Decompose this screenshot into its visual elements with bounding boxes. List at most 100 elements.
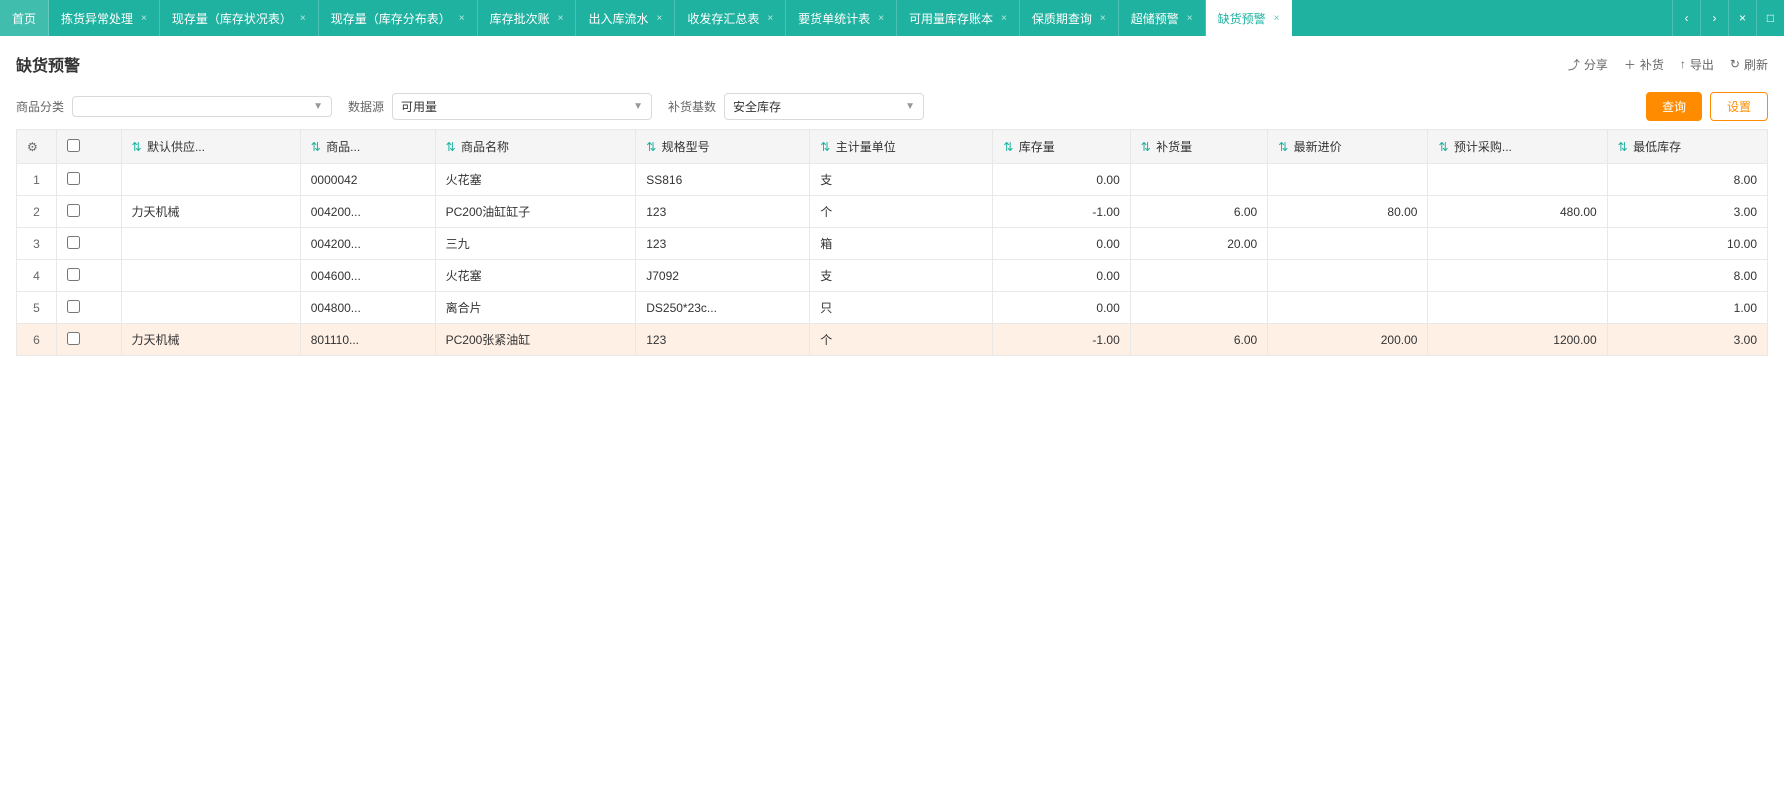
row-checkbox[interactable] (67, 268, 80, 281)
tab-nav-controls: ‹ › × □ (1672, 0, 1784, 36)
row-product-name: PC200张紧油缸 (435, 324, 636, 356)
th-stock-label: 库存量 (1019, 140, 1055, 154)
tab-next-btn[interactable]: › (1700, 0, 1728, 36)
row-spec: 123 (636, 196, 810, 228)
tab-close-icon[interactable]: × (1001, 13, 1007, 24)
tab-close-icon[interactable]: × (656, 13, 662, 24)
tab-close-icon[interactable]: × (300, 13, 306, 24)
row-supplier: 力天机械 (121, 196, 300, 228)
tab-close-icon[interactable]: × (767, 13, 773, 24)
tab-close-icon[interactable]: × (459, 13, 465, 24)
row-supplier (121, 292, 300, 324)
share-icon: ⤴ (1568, 56, 1580, 73)
row-product-code: 0000042 (300, 164, 435, 196)
tab-batch-account[interactable]: 库存批次账 × (478, 0, 577, 36)
tab-label: 拣货异常处理 (61, 10, 133, 27)
share-button[interactable]: ⤴ 分享 (1568, 56, 1608, 73)
data-table: ⚙ ⇅ 默认供应... ⇅ 商品... ⇅ 商品名称 ⇅ (16, 129, 1768, 356)
tab-label: 库存批次账 (490, 10, 550, 27)
th-min-stock: ⇅ 最低库存 (1607, 130, 1767, 164)
tab-label: 可用量库存账本 (909, 10, 993, 27)
tab-close-icon[interactable]: × (558, 13, 564, 24)
tab-label: 现存量（库存状况表） (172, 10, 292, 27)
th-product-code-label: 商品... (326, 140, 360, 154)
th-estimated-purchase: ⇅ 预计采购... (1428, 130, 1607, 164)
tab-inventory-dist[interactable]: 现存量（库存分布表） × (319, 0, 478, 36)
tab-available-ledger[interactable]: 可用量库存账本 × (897, 0, 1020, 36)
tab-close-icon[interactable]: × (141, 13, 147, 24)
tab-picking-exception[interactable]: 拣货异常处理 × (49, 0, 160, 36)
tab-label: 收发存汇总表 (687, 10, 759, 27)
tab-home[interactable]: 首页 (0, 0, 49, 36)
datasource-label: 数据源 (348, 98, 384, 115)
tab-label: 出入库流水 (588, 10, 648, 27)
replenish-icon: ＋ (1624, 56, 1636, 73)
tab-order-stats[interactable]: 要货单统计表 × (786, 0, 897, 36)
share-label: 分享 (1584, 56, 1608, 73)
row-stock: 0.00 (993, 260, 1130, 292)
row-replenish: 6.00 (1130, 324, 1267, 356)
row-checkbox[interactable] (67, 300, 80, 313)
row-checkbox[interactable] (67, 172, 80, 185)
table-body: 1 0000042 火花塞 SS816 支 0.00 8.00 2 力天机械 0… (17, 164, 1768, 356)
row-latest-price: 80.00 (1268, 196, 1428, 228)
estimated-purchase-sort-icon: ⇅ (1438, 140, 1448, 154)
row-product-code: 004600... (300, 260, 435, 292)
replenish-base-select[interactable]: 安全库存 ▼ (724, 93, 924, 120)
min-stock-sort-icon: ⇅ (1618, 140, 1628, 154)
row-unit: 支 (810, 164, 993, 196)
th-estimated-purchase-label: 预计采购... (1454, 140, 1512, 154)
row-checkbox[interactable] (67, 332, 80, 345)
th-product-name: ⇅ 商品名称 (435, 130, 636, 164)
row-estimated-purchase: 480.00 (1428, 196, 1607, 228)
tab-expiry[interactable]: 保质期查询 × (1020, 0, 1119, 36)
row-checkbox-cell (57, 324, 122, 356)
row-replenish: 6.00 (1130, 196, 1267, 228)
row-spec: 123 (636, 324, 810, 356)
row-checkbox[interactable] (67, 204, 80, 217)
tab-close-icon[interactable]: × (878, 13, 884, 24)
select-all-checkbox[interactable] (67, 139, 80, 152)
row-unit: 个 (810, 324, 993, 356)
tab-close-window-btn[interactable]: × (1728, 0, 1756, 36)
row-checkbox[interactable] (67, 236, 80, 249)
category-select[interactable]: ▼ (72, 96, 332, 117)
refresh-button[interactable]: ↻ 刷新 (1730, 56, 1768, 73)
tab-overstock[interactable]: 超储预警 × (1119, 0, 1206, 36)
th-unit: ⇅ 主计量单位 (810, 130, 993, 164)
row-supplier (121, 260, 300, 292)
tab-inout-flow[interactable]: 出入库流水 × (576, 0, 675, 36)
row-checkbox-cell (57, 292, 122, 324)
row-unit: 个 (810, 196, 993, 228)
tab-maximize-btn[interactable]: □ (1756, 0, 1784, 36)
tab-close-icon[interactable]: × (1100, 13, 1106, 24)
row-product-code: 004800... (300, 292, 435, 324)
settings-button[interactable]: 设置 (1710, 92, 1768, 121)
row-supplier (121, 164, 300, 196)
tab-close-icon[interactable]: × (1274, 13, 1280, 24)
th-settings: ⚙ (17, 130, 57, 164)
row-product-code: 801110... (300, 324, 435, 356)
table-row: 5 004800... 离合片 DS250*23c... 只 0.00 1.00 (17, 292, 1768, 324)
table-gear-icon[interactable]: ⚙ (27, 140, 38, 154)
row-latest-price (1268, 228, 1428, 260)
tab-shortage[interactable]: 缺货预警 × (1206, 0, 1293, 36)
datasource-select[interactable]: 可用量 ▼ (392, 93, 652, 120)
row-estimated-purchase (1428, 164, 1607, 196)
table-row: 1 0000042 火花塞 SS816 支 0.00 8.00 (17, 164, 1768, 196)
th-latest-price-label: 最新进价 (1294, 140, 1342, 154)
replenish-button[interactable]: ＋ 补货 (1624, 56, 1664, 73)
tab-prev-btn[interactable]: ‹ (1672, 0, 1700, 36)
category-filter-group: 商品分类 ▼ (16, 96, 332, 117)
tab-close-icon[interactable]: × (1187, 13, 1193, 24)
row-replenish (1130, 164, 1267, 196)
tab-inventory-status[interactable]: 现存量（库存状况表） × (160, 0, 319, 36)
row-stock: 0.00 (993, 228, 1130, 260)
row-min-stock: 3.00 (1607, 324, 1767, 356)
query-button[interactable]: 查询 (1646, 92, 1702, 121)
tab-receipt-summary[interactable]: 收发存汇总表 × (675, 0, 786, 36)
export-button[interactable]: ↑ 导出 (1680, 56, 1714, 73)
category-chevron-icon: ▼ (313, 101, 323, 112)
replenish-base-chevron-icon: ▼ (905, 101, 915, 112)
unit-sort-icon: ⇅ (820, 140, 830, 154)
